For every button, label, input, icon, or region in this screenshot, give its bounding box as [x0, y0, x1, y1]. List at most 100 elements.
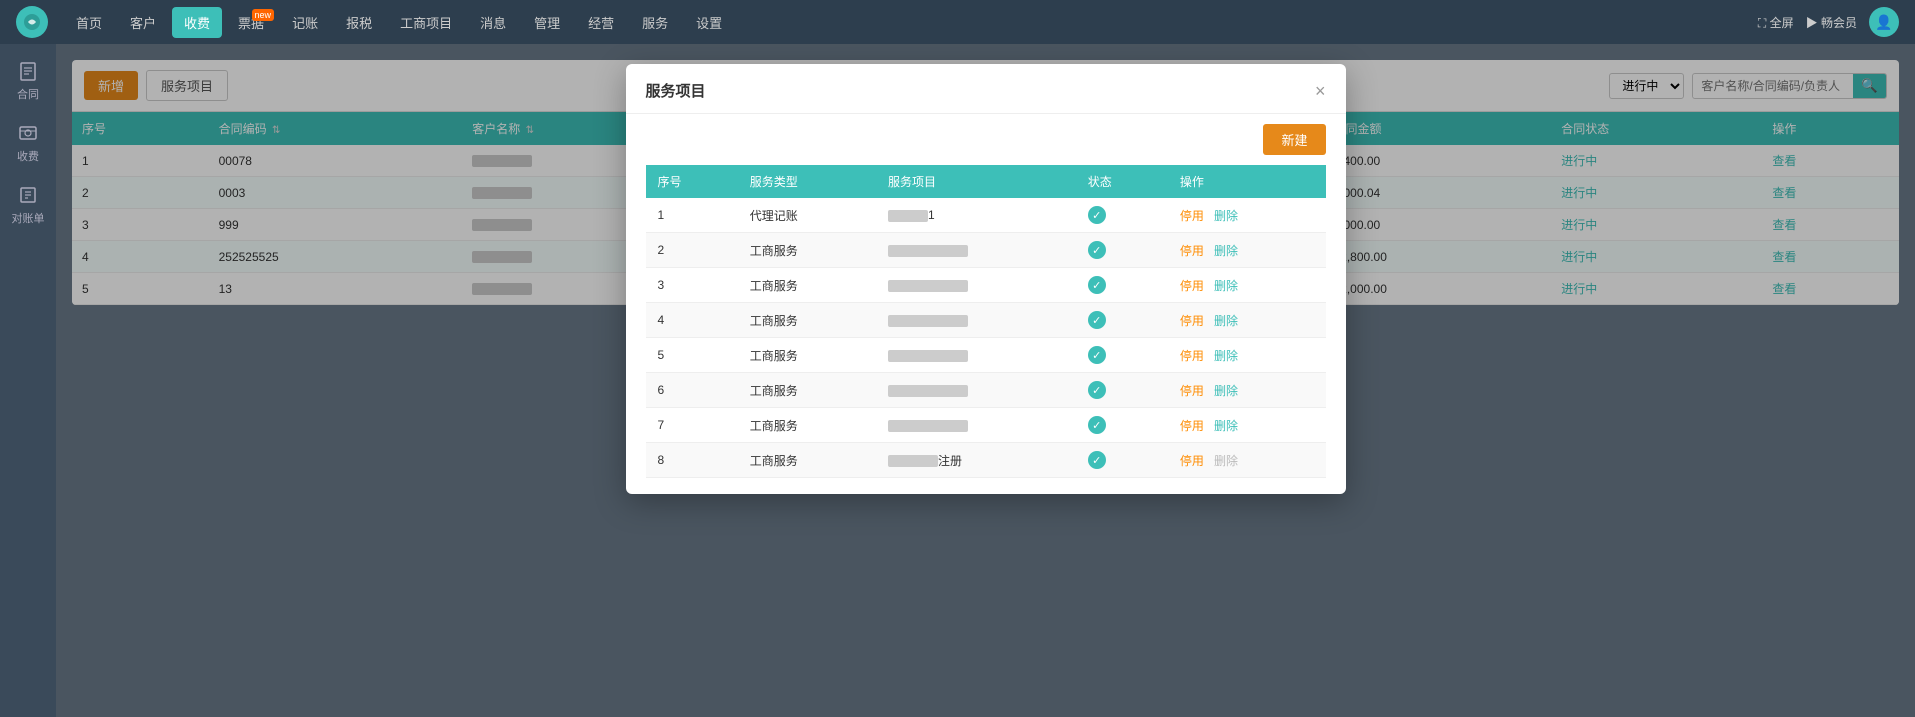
- nav-operation[interactable]: 经营: [576, 7, 626, 38]
- sidebar-item-statement[interactable]: 对账单: [3, 176, 53, 234]
- modal-cell-item: [876, 408, 1076, 443]
- modal-table-row: 1 代理记账 1 ✓ 停用 删除: [646, 198, 1326, 233]
- service-table: 序号 服务类型 服务项目 状态 操作 1 代理记账 1 ✓ 停用: [646, 165, 1326, 478]
- main-layout: 合同 收费 对账单: [0, 44, 1915, 717]
- modal-cell-seq: 1: [646, 198, 738, 233]
- left-sidebar: 合同 收费 对账单: [0, 44, 56, 717]
- stop-button[interactable]: 停用: [1180, 349, 1204, 363]
- modal-title: 服务项目: [646, 80, 706, 101]
- stop-button[interactable]: 停用: [1180, 314, 1204, 328]
- nav-settings[interactable]: 设置: [684, 7, 734, 38]
- status-check-icon: ✓: [1088, 451, 1106, 469]
- modal-cell-type: 工商服务: [738, 303, 876, 338]
- modal-cell-status: ✓: [1076, 233, 1168, 268]
- modal-cell-type: 工商服务: [738, 373, 876, 408]
- modal-cell-status: ✓: [1076, 268, 1168, 303]
- modal-cell-type: 工商服务: [738, 268, 876, 303]
- contract-icon: [17, 60, 39, 82]
- modal-table-row: 7 工商服务 ✓ 停用 删除: [646, 408, 1326, 443]
- status-check-icon: ✓: [1088, 346, 1106, 364]
- modal-cell-status: ✓: [1076, 408, 1168, 443]
- modal-table-row: 3 工商服务 ✓ 停用 删除: [646, 268, 1326, 303]
- modal-cell-type: 工商服务: [738, 338, 876, 373]
- nav-message[interactable]: 消息: [468, 7, 518, 38]
- modal-cell-action[interactable]: 停用 删除: [1168, 443, 1326, 478]
- nav-service[interactable]: 服务: [630, 7, 680, 38]
- modal-cell-seq: 8: [646, 443, 738, 478]
- fullscreen-btn[interactable]: ⛶ 全屏: [1758, 14, 1794, 31]
- delete-button[interactable]: 删除: [1214, 419, 1238, 433]
- modal-col-status: 状态: [1076, 165, 1168, 198]
- nav-right: ⛶ 全屏 ▶ 畅会员 👤: [1758, 7, 1899, 37]
- nav-tax[interactable]: 报税: [334, 7, 384, 38]
- modal-close-button[interactable]: ×: [1315, 82, 1326, 100]
- modal-cell-seq: 5: [646, 338, 738, 373]
- nav-fees[interactable]: 收费: [172, 7, 222, 38]
- modal-col-item: 服务项目: [876, 165, 1076, 198]
- modal-table-row: 2 工商服务 ✓ 停用 删除: [646, 233, 1326, 268]
- status-check-icon: ✓: [1088, 206, 1106, 224]
- modal-toolbar: 新建: [626, 114, 1346, 165]
- status-check-icon: ✓: [1088, 416, 1106, 434]
- modal-cell-action[interactable]: 停用 删除: [1168, 198, 1326, 233]
- modal-table-row: 5 工商服务 ✓ 停用 删除: [646, 338, 1326, 373]
- modal-cell-item: [876, 338, 1076, 373]
- modal-cell-seq: 7: [646, 408, 738, 443]
- delete-button[interactable]: 删除: [1214, 349, 1238, 363]
- service-modal: 服务项目 × 新建 序号 服务类型 服务项目 状态: [626, 64, 1346, 494]
- delete-button[interactable]: 删除: [1214, 244, 1238, 258]
- sidebar-item-contract[interactable]: 合同: [3, 52, 53, 110]
- modal-cell-action[interactable]: 停用 删除: [1168, 338, 1326, 373]
- modal-cell-action[interactable]: 停用 删除: [1168, 303, 1326, 338]
- nav-menu: 首页 客户 收费 票据 new 记账 报税 工商项目 消息 管理 经营 服务 设…: [64, 7, 1758, 38]
- status-check-icon: ✓: [1088, 276, 1106, 294]
- nav-invoice[interactable]: 票据 new: [226, 7, 276, 38]
- delete-button[interactable]: 删除: [1214, 454, 1238, 468]
- status-check-icon: ✓: [1088, 311, 1106, 329]
- delete-button[interactable]: 删除: [1214, 209, 1238, 223]
- status-check-icon: ✓: [1088, 241, 1106, 259]
- modal-cell-item: [876, 373, 1076, 408]
- stop-button[interactable]: 停用: [1180, 419, 1204, 433]
- modal-cell-action[interactable]: 停用 删除: [1168, 408, 1326, 443]
- modal-cell-status: ✓: [1076, 373, 1168, 408]
- modal-cell-type: 工商服务: [738, 443, 876, 478]
- modal-cell-status: ✓: [1076, 303, 1168, 338]
- delete-button[interactable]: 删除: [1214, 314, 1238, 328]
- modal-table-row: 8 工商服务 注册 ✓ 停用 删除: [646, 443, 1326, 478]
- status-check-icon: ✓: [1088, 381, 1106, 399]
- nav-customer[interactable]: 客户: [118, 7, 168, 38]
- stop-button[interactable]: 停用: [1180, 209, 1204, 223]
- member-btn[interactable]: ▶ 畅会员: [1806, 14, 1857, 31]
- nav-business[interactable]: 工商项目: [388, 7, 464, 38]
- stop-button[interactable]: 停用: [1180, 279, 1204, 293]
- nav-manage[interactable]: 管理: [522, 7, 572, 38]
- delete-button[interactable]: 删除: [1214, 384, 1238, 398]
- modal-cell-action[interactable]: 停用 删除: [1168, 233, 1326, 268]
- modal-body[interactable]: 序号 服务类型 服务项目 状态 操作 1 代理记账 1 ✓ 停用: [626, 165, 1346, 494]
- modal-cell-item: 注册: [876, 443, 1076, 478]
- modal-table-row: 4 工商服务 ✓ 停用 删除: [646, 303, 1326, 338]
- modal-cell-seq: 6: [646, 373, 738, 408]
- modal-cell-action[interactable]: 停用 删除: [1168, 373, 1326, 408]
- stop-button[interactable]: 停用: [1180, 454, 1204, 468]
- nav-home[interactable]: 首页: [64, 7, 114, 38]
- nav-bookkeeping[interactable]: 记账: [280, 7, 330, 38]
- modal-cell-status: ✓: [1076, 198, 1168, 233]
- content-area: 新增 服务项目 进行中 已完成 已取消 🔍: [56, 44, 1915, 717]
- top-navigation: 首页 客户 收费 票据 new 记账 报税 工商项目 消息 管理 经营 服务 设…: [0, 0, 1915, 44]
- new-service-button[interactable]: 新建: [1263, 124, 1325, 155]
- stop-button[interactable]: 停用: [1180, 244, 1204, 258]
- stop-button[interactable]: 停用: [1180, 384, 1204, 398]
- new-badge: new: [252, 9, 275, 21]
- sidebar-label-fee: 收费: [17, 148, 39, 164]
- fee-icon: [17, 122, 39, 144]
- modal-cell-seq: 3: [646, 268, 738, 303]
- avatar[interactable]: 👤: [1869, 7, 1899, 37]
- modal-cell-action[interactable]: 停用 删除: [1168, 268, 1326, 303]
- sidebar-item-fee[interactable]: 收费: [3, 114, 53, 172]
- modal-cell-item: [876, 233, 1076, 268]
- modal-overlay: 服务项目 × 新建 序号 服务类型 服务项目 状态: [56, 44, 1915, 717]
- modal-cell-item: 1: [876, 198, 1076, 233]
- delete-button[interactable]: 删除: [1214, 279, 1238, 293]
